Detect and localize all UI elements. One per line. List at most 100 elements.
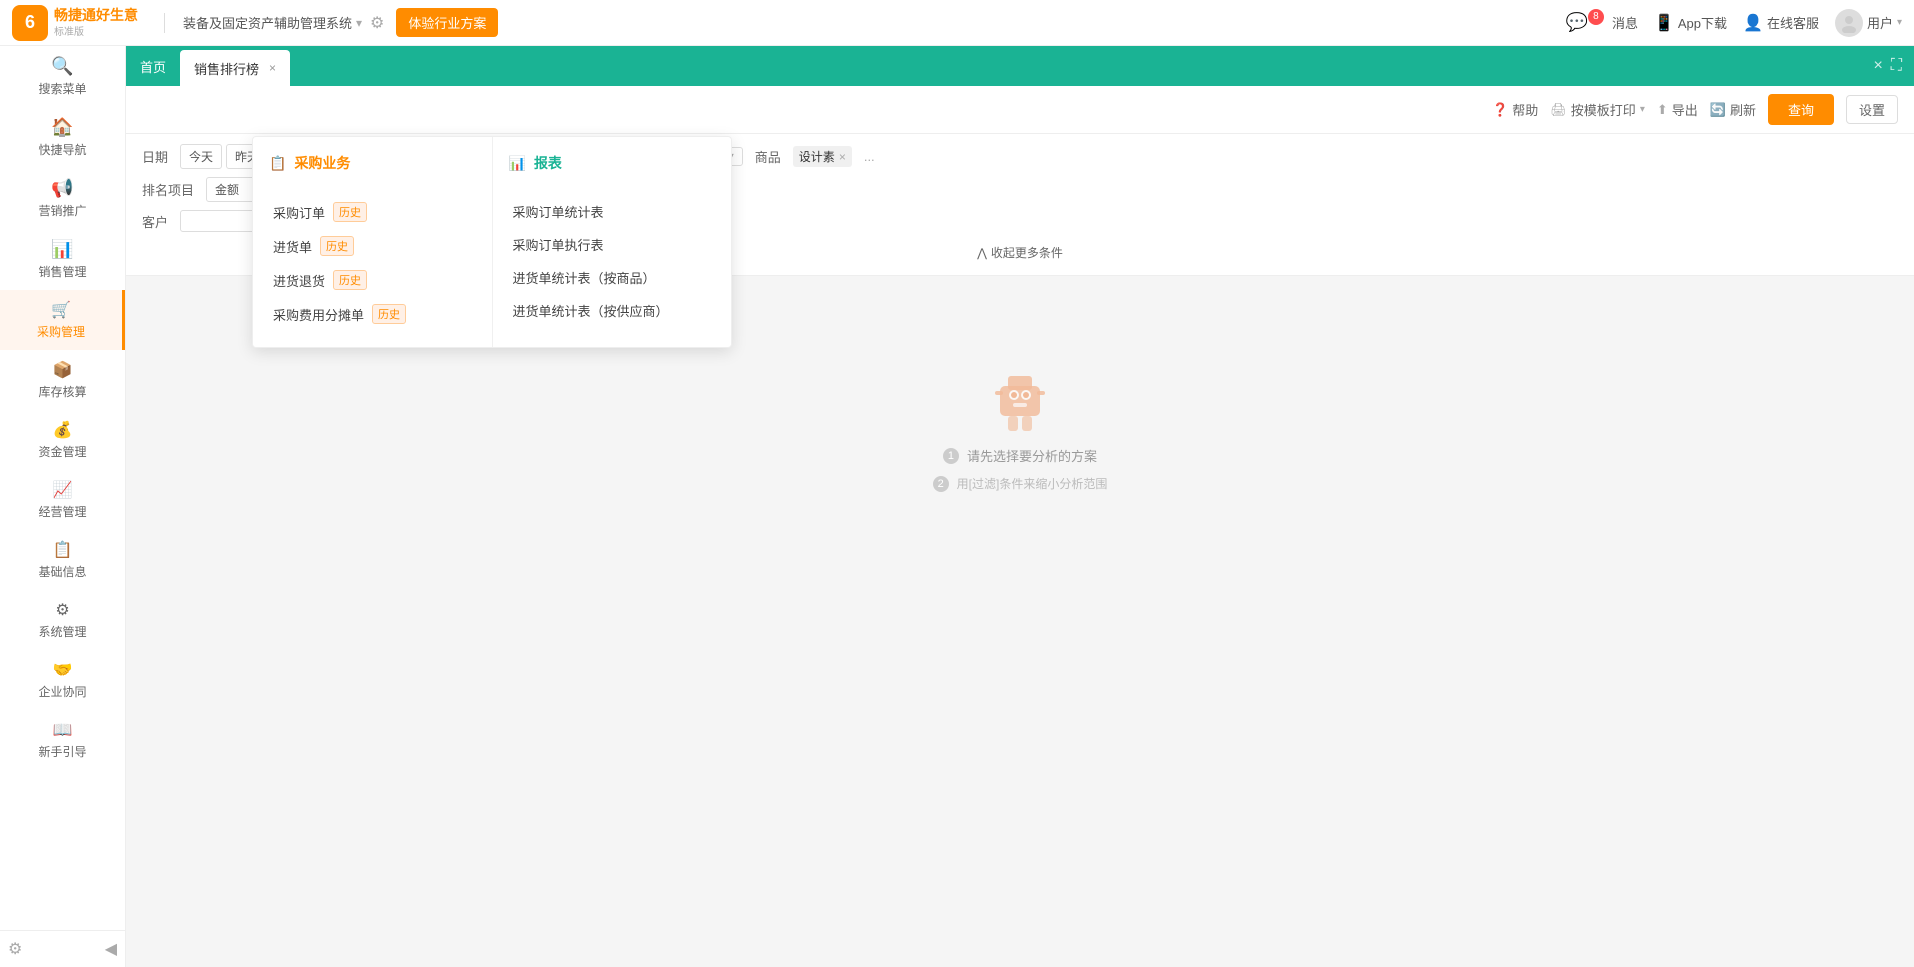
sidebar-item-basic[interactable]: 📋 基础信息 [0, 530, 125, 590]
collapse-label: 收起更多条件 [991, 244, 1063, 261]
trial-button[interactable]: 体验行业方案 [396, 8, 498, 37]
dropdown-purchase-col: 📋 采购业务 采购订单 历史 进货单 历史 进货退货 [253, 137, 493, 347]
query-button[interactable]: 查询 [1768, 94, 1834, 125]
sidebar-label-marketing: 营销推广 [38, 202, 86, 219]
tab-close-icon[interactable]: × [269, 61, 276, 75]
order-exec-label: 采购订单执行表 [513, 235, 604, 254]
logo: 6 畅捷通好生意 标准版 [12, 5, 138, 41]
product-tag-close[interactable]: × [839, 150, 846, 164]
collapse-button[interactable]: ⋀ 收起更多条件 [965, 240, 1075, 265]
content-area: 首页 销售排行榜 × × ⛶ ❓ 帮助 [126, 46, 1914, 967]
hint2-num: 2 [933, 476, 949, 492]
main-content: ❓ 帮助 🖨 按模板打印 ▾ ⬆ 导出 🔄 刷新 [126, 86, 1914, 967]
print-label: 按模板打印 [1571, 100, 1636, 119]
divider [164, 13, 165, 33]
refresh-icon: 🔄 [1710, 102, 1726, 118]
setting-button[interactable]: 设置 [1846, 95, 1898, 124]
sidebar-item-system[interactable]: ⚙ 系统管理 [0, 590, 125, 650]
order-history-tag: 历史 [333, 202, 367, 222]
reports-col-icon: 📊 [509, 155, 526, 172]
dropdown-item-return[interactable]: 进货退货 历史 [269, 263, 476, 297]
dropdown-reports-col: 📊 报表 采购订单统计表 采购订单执行表 进货单统计表（按商品） [493, 137, 732, 347]
sidebar-item-cooperation[interactable]: 🤝 企业协同 [0, 650, 125, 710]
print-btn[interactable]: 🖨 按模板打印 ▾ [1550, 100, 1645, 119]
user-item[interactable]: 用户 ▾ [1835, 9, 1902, 37]
tab-home[interactable]: 首页 [126, 46, 180, 86]
sidebar-item-nav[interactable]: 🏠 快捷导航 [0, 107, 125, 168]
logo-title: 畅捷通好生意 [54, 7, 138, 24]
product-label: 商品 [755, 147, 781, 166]
sidebar-item-operation[interactable]: 📈 经营管理 [0, 470, 125, 530]
sidebar-item-guide[interactable]: 📖 新手引导 [0, 710, 125, 770]
dropdown-item-order-stats[interactable]: 采购订单统计表 [509, 195, 716, 228]
sidebar-label-purchase: 采购管理 [37, 323, 85, 340]
message-badge: 8 [1588, 9, 1604, 25]
sidebar-item-marketing[interactable]: 📢 营销推广 [0, 168, 125, 229]
dropdown-item-inbound-supplier[interactable]: 进货单统计表（按供应商） [509, 294, 716, 327]
marketing-icon: 📢 [51, 178, 73, 199]
sidebar-item-inventory[interactable]: 📦 库存核算 [0, 350, 125, 410]
purchase-col-title: 📋 采购业务 [269, 153, 476, 181]
inbound-product-label: 进货单统计表（按商品） [513, 268, 656, 287]
tab-sales-rank[interactable]: 销售排行榜 × [180, 50, 290, 86]
customer-label: 客户 [142, 212, 168, 231]
message-label: 消息 [1612, 13, 1638, 32]
sidebar-item-finance[interactable]: 💰 资金管理 [0, 410, 125, 470]
inbound-label: 进货单 [273, 237, 312, 256]
sidebar-settings-btn[interactable]: ⚙ [8, 939, 22, 959]
empty-hint1: 请先选择要分析的方案 [967, 446, 1097, 465]
dropdown-item-order-exec[interactable]: 采购订单执行表 [509, 228, 716, 261]
product-tag-value: 设计素 [799, 148, 835, 165]
message-item[interactable]: 💬 8 消息 [1566, 12, 1638, 33]
purchase-icon: 🛒 [51, 300, 71, 320]
tab-home-label: 首页 [140, 57, 166, 76]
dropdown-item-order[interactable]: 采购订单 历史 [269, 195, 476, 229]
rank-value: 金额 [215, 181, 239, 198]
user-label: 用户 [1867, 13, 1893, 32]
system-title-dropdown[interactable]: ▾ [356, 16, 362, 30]
system-icon: ⚙ [55, 600, 69, 620]
tab-window-close[interactable]: × [1873, 57, 1882, 75]
basic-icon: 📋 [53, 540, 73, 560]
return-history-tag: 历史 [333, 270, 367, 290]
refresh-btn[interactable]: 🔄 刷新 [1710, 100, 1756, 119]
hint1-num: 1 [943, 448, 959, 464]
dropdown-item-expense[interactable]: 采购费用分摊单 历史 [269, 297, 476, 331]
system-title: 装备及固定资产辅助管理系统 [183, 13, 352, 32]
tab-bar-right: × ⛶ [1873, 57, 1914, 75]
finance-icon: 💰 [53, 420, 73, 440]
service-item[interactable]: 👤 在线客服 [1743, 13, 1819, 33]
phone-icon: 📱 [1654, 13, 1674, 33]
home-icon: 🏠 [51, 117, 73, 138]
return-label: 进货退货 [273, 271, 325, 290]
date-btn-today[interactable]: 今天 [180, 144, 222, 169]
sidebar-item-search[interactable]: 🔍 搜索菜单 [0, 46, 125, 107]
product-more-dots[interactable]: ... [864, 149, 875, 164]
settings-icon[interactable]: ⚙ [370, 13, 384, 33]
user-dropdown-arrow: ▾ [1897, 17, 1902, 28]
reports-col-label: 报表 [534, 153, 562, 173]
help-btn[interactable]: ❓ 帮助 [1492, 100, 1538, 119]
dropdown-item-inbound-product[interactable]: 进货单统计表（按商品） [509, 261, 716, 294]
sidebar-label-cooperation: 企业协同 [38, 683, 86, 700]
empty-illustration [970, 356, 1070, 436]
service-icon: 👤 [1743, 13, 1763, 33]
tab-window-expand[interactable]: ⛶ [1891, 57, 1902, 75]
expense-history-tag: 历史 [372, 304, 406, 324]
dropdown-item-inbound[interactable]: 进货单 历史 [269, 229, 476, 263]
main-area: 🔍 搜索菜单 🏠 快捷导航 📢 营销推广 📊 销售管理 🛒 采购管理 📦 [0, 46, 1914, 967]
date-label: 日期 [142, 147, 168, 166]
sidebar-item-purchase[interactable]: 🛒 采购管理 [0, 290, 125, 350]
export-btn[interactable]: ⬆ 导出 [1657, 100, 1698, 119]
rank-label: 排名项目 [142, 180, 194, 199]
empty-hint2: 用[过滤]条件来缩小分析范围 [957, 475, 1108, 492]
sidebar-collapse-btn[interactable]: ◀ [105, 939, 117, 959]
app-download-item[interactable]: 📱 App下载 [1654, 13, 1727, 33]
order-stats-label: 采购订单统计表 [513, 202, 604, 221]
collapse-up-icon: ⋀ [977, 246, 987, 260]
sidebar-item-sales[interactable]: 📊 销售管理 [0, 229, 125, 290]
sidebar-label-operation: 经营管理 [38, 503, 86, 520]
help-label: 帮助 [1512, 100, 1538, 119]
sidebar-label-finance: 资金管理 [38, 443, 86, 460]
sidebar-label-inventory: 库存核算 [38, 383, 86, 400]
